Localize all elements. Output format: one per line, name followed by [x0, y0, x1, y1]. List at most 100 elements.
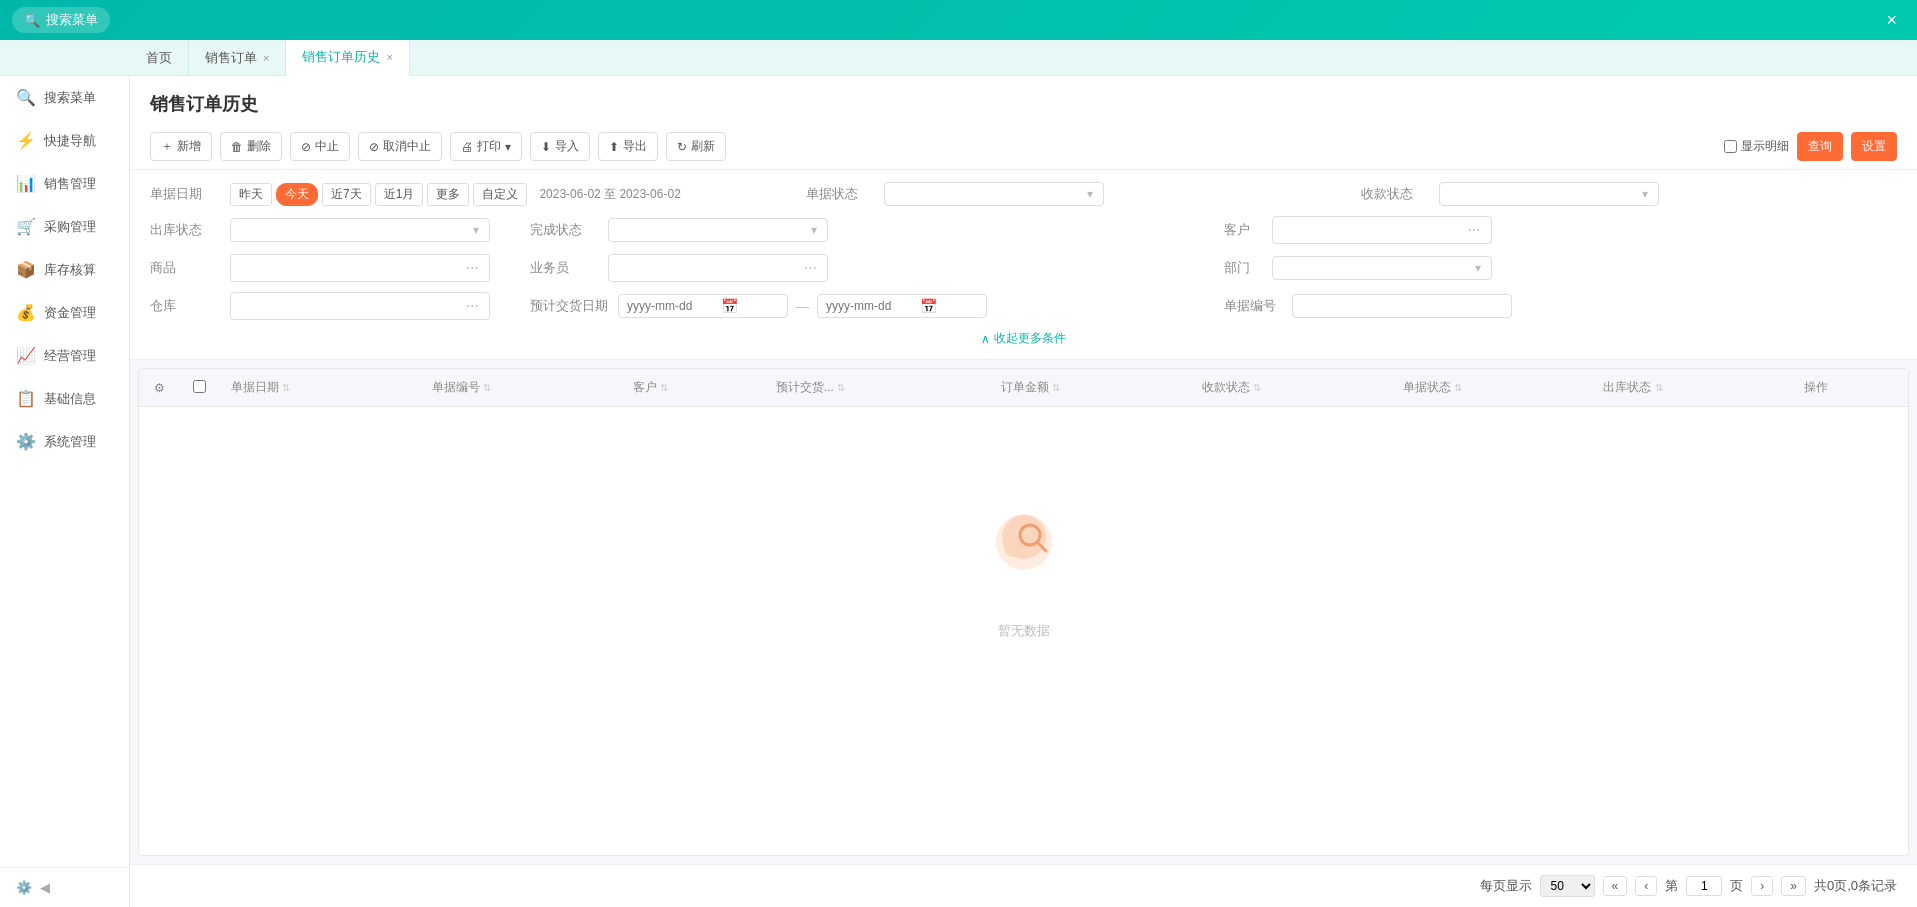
sidebar-item-quick-nav[interactable]: ⚡ 快捷导航	[0, 119, 129, 162]
sidebar-item-inventory[interactable]: 📦 库存核算	[0, 248, 129, 291]
tab-sales-order-close[interactable]: ×	[263, 52, 269, 64]
calendar-end-icon[interactable]: 📅	[920, 298, 937, 314]
total-records: 共0页,0条记录	[1814, 877, 1897, 895]
date-more-btn[interactable]: 更多	[427, 183, 469, 206]
salesperson-more-icon[interactable]: ···	[804, 259, 817, 277]
goods-select[interactable]: ···	[230, 254, 490, 282]
purchase-icon: 🛒	[16, 217, 36, 236]
calendar-start-icon[interactable]: 📅	[721, 298, 738, 314]
page-suffix: 页	[1730, 877, 1743, 895]
date-range-display: 2023-06-02 至 2023-06-02	[539, 186, 680, 203]
select-all-checkbox[interactable]	[193, 380, 206, 393]
delete-button[interactable]: 🗑 删除	[220, 132, 282, 161]
window-close-button[interactable]: ×	[1878, 6, 1905, 35]
settings-button[interactable]: 设置	[1851, 132, 1897, 161]
warehouse-select[interactable]: ···	[230, 292, 490, 320]
tab-sales-order-history-close[interactable]: ×	[386, 51, 392, 63]
sidebar-item-system[interactable]: ⚙️ 系统管理	[0, 420, 129, 463]
collapse-sidebar-icon[interactable]: ◀	[40, 880, 50, 895]
import-button[interactable]: ⬇ 导入	[530, 132, 590, 161]
th-settings[interactable]: ⚙	[139, 369, 179, 407]
th-receipt-sort-icon[interactable]: ⇅	[1253, 382, 1261, 393]
th-number-sort-icon[interactable]: ⇅	[483, 382, 491, 393]
next-page-button[interactable]: ›	[1751, 876, 1773, 896]
th-number: 单据编号 ⇅	[420, 369, 621, 407]
print-icon: 🖨	[461, 140, 473, 154]
delivery-date-end-field[interactable]	[826, 299, 916, 313]
prev-page-button[interactable]: ‹	[1635, 876, 1657, 896]
date-range-separator: —	[796, 299, 809, 314]
bill-number-input[interactable]	[1292, 294, 1512, 318]
collapse-button[interactable]: ∧ 收起更多条件	[150, 330, 1897, 347]
customer-more-icon[interactable]: ···	[1467, 221, 1480, 239]
date-custom-btn[interactable]: 自定义	[473, 183, 527, 206]
bill-status-dropdown-icon: ▾	[1087, 187, 1093, 201]
sidebar-item-operations[interactable]: 📈 经营管理	[0, 334, 129, 377]
top-bar: 🔍 搜索菜单 ×	[0, 0, 1917, 40]
search-bar[interactable]: 🔍 搜索菜单	[12, 7, 110, 33]
collapse-up-icon: ∧	[981, 332, 990, 346]
page-number-input[interactable]	[1686, 876, 1722, 896]
first-page-button[interactable]: «	[1603, 876, 1628, 896]
cancel-stop-button[interactable]: ⊘ 取消中止	[358, 132, 442, 161]
last-page-button[interactable]: »	[1781, 876, 1806, 896]
th-bill-sort-icon[interactable]: ⇅	[1454, 382, 1462, 393]
show-detail-checkbox-wrapper[interactable]: 显示明细	[1724, 138, 1789, 155]
refresh-button[interactable]: ↻ 刷新	[666, 132, 726, 161]
th-amount-sort-icon[interactable]: ⇅	[1052, 382, 1060, 393]
table-container: ⚙ 单据日期 ⇅ 单据编号 ⇅ 客户 ⇅	[138, 368, 1909, 856]
stop-button[interactable]: ⊘ 中止	[290, 132, 350, 161]
delivery-date-start-input[interactable]: 📅	[618, 294, 788, 318]
th-warehouse-sort-icon[interactable]: ⇅	[1655, 382, 1663, 393]
system-icon: ⚙️	[16, 432, 36, 451]
receipt-status-select[interactable]: ▾	[1439, 182, 1659, 206]
search-label: 搜索菜单	[46, 11, 98, 29]
delete-label: 删除	[247, 138, 271, 155]
sidebar-item-purchase[interactable]: 🛒 采购管理	[0, 205, 129, 248]
th-checkbox[interactable]	[179, 369, 219, 407]
th-delivery: 预计交货... ⇅	[764, 369, 989, 407]
date-1month-btn[interactable]: 近1月	[375, 183, 424, 206]
print-button[interactable]: 🖨 打印 ▾	[450, 132, 522, 161]
show-detail-checkbox[interactable]	[1724, 140, 1737, 153]
new-button[interactable]: ＋ 新增	[150, 132, 212, 161]
goods-more-icon[interactable]: ···	[466, 259, 479, 277]
th-date-sort-icon[interactable]: ⇅	[282, 382, 290, 393]
warehouse-status-select[interactable]: ▾	[230, 218, 490, 242]
settings-bottom-icon[interactable]: ⚙️	[16, 880, 32, 895]
sidebar-item-finance[interactable]: 💰 资金管理	[0, 291, 129, 334]
th-delivery-sort-icon[interactable]: ⇅	[837, 382, 845, 393]
customer-select[interactable]: ···	[1272, 216, 1492, 244]
department-select[interactable]: ▾	[1272, 256, 1492, 280]
finance-icon: 💰	[16, 303, 36, 322]
date-7days-btn[interactable]: 近7天	[322, 183, 371, 206]
th-amount-label: 订单金额	[1001, 380, 1049, 394]
th-customer-sort-icon[interactable]: ⇅	[660, 382, 668, 393]
bill-number-label: 单据编号	[1224, 297, 1284, 315]
date-yesterday-btn[interactable]: 昨天	[230, 183, 272, 206]
sidebar-item-basic-info[interactable]: 📋 基础信息	[0, 377, 129, 420]
date-today-btn[interactable]: 今天	[276, 183, 318, 206]
sidebar-item-sales[interactable]: 📊 销售管理	[0, 162, 129, 205]
delivery-date-end-input[interactable]: 📅	[817, 294, 987, 318]
tab-sales-order[interactable]: 销售订单 ×	[189, 40, 286, 76]
quick-nav-icon: ⚡	[16, 131, 36, 150]
th-warehouse-status: 出库状态 ⇅	[1591, 369, 1792, 407]
import-label: 导入	[555, 138, 579, 155]
delivery-date-start-field[interactable]	[627, 299, 717, 313]
salesperson-select[interactable]: ···	[608, 254, 828, 282]
tab-sales-order-history[interactable]: 销售订单历史 ×	[286, 40, 409, 76]
warehouse-more-icon[interactable]: ···	[466, 297, 479, 315]
complete-status-select[interactable]: ▾	[608, 218, 828, 242]
bill-status-select[interactable]: ▾	[884, 182, 1104, 206]
tab-home[interactable]: 首页	[130, 40, 189, 76]
pagination: 每页显示 50 10 20 100 « ‹ 第 页 › » 共0页,0条记录	[130, 864, 1917, 907]
goods-label: 商品	[150, 259, 230, 277]
query-button[interactable]: 查询	[1797, 132, 1843, 161]
export-button[interactable]: ⬆ 导出	[598, 132, 658, 161]
sidebar-item-search[interactable]: 🔍 搜索菜单	[0, 76, 129, 119]
th-date-label: 单据日期	[231, 380, 279, 394]
th-number-label: 单据编号	[432, 380, 480, 394]
page-size-select[interactable]: 50 10 20 100	[1540, 875, 1595, 897]
query-label: 查询	[1808, 138, 1832, 155]
